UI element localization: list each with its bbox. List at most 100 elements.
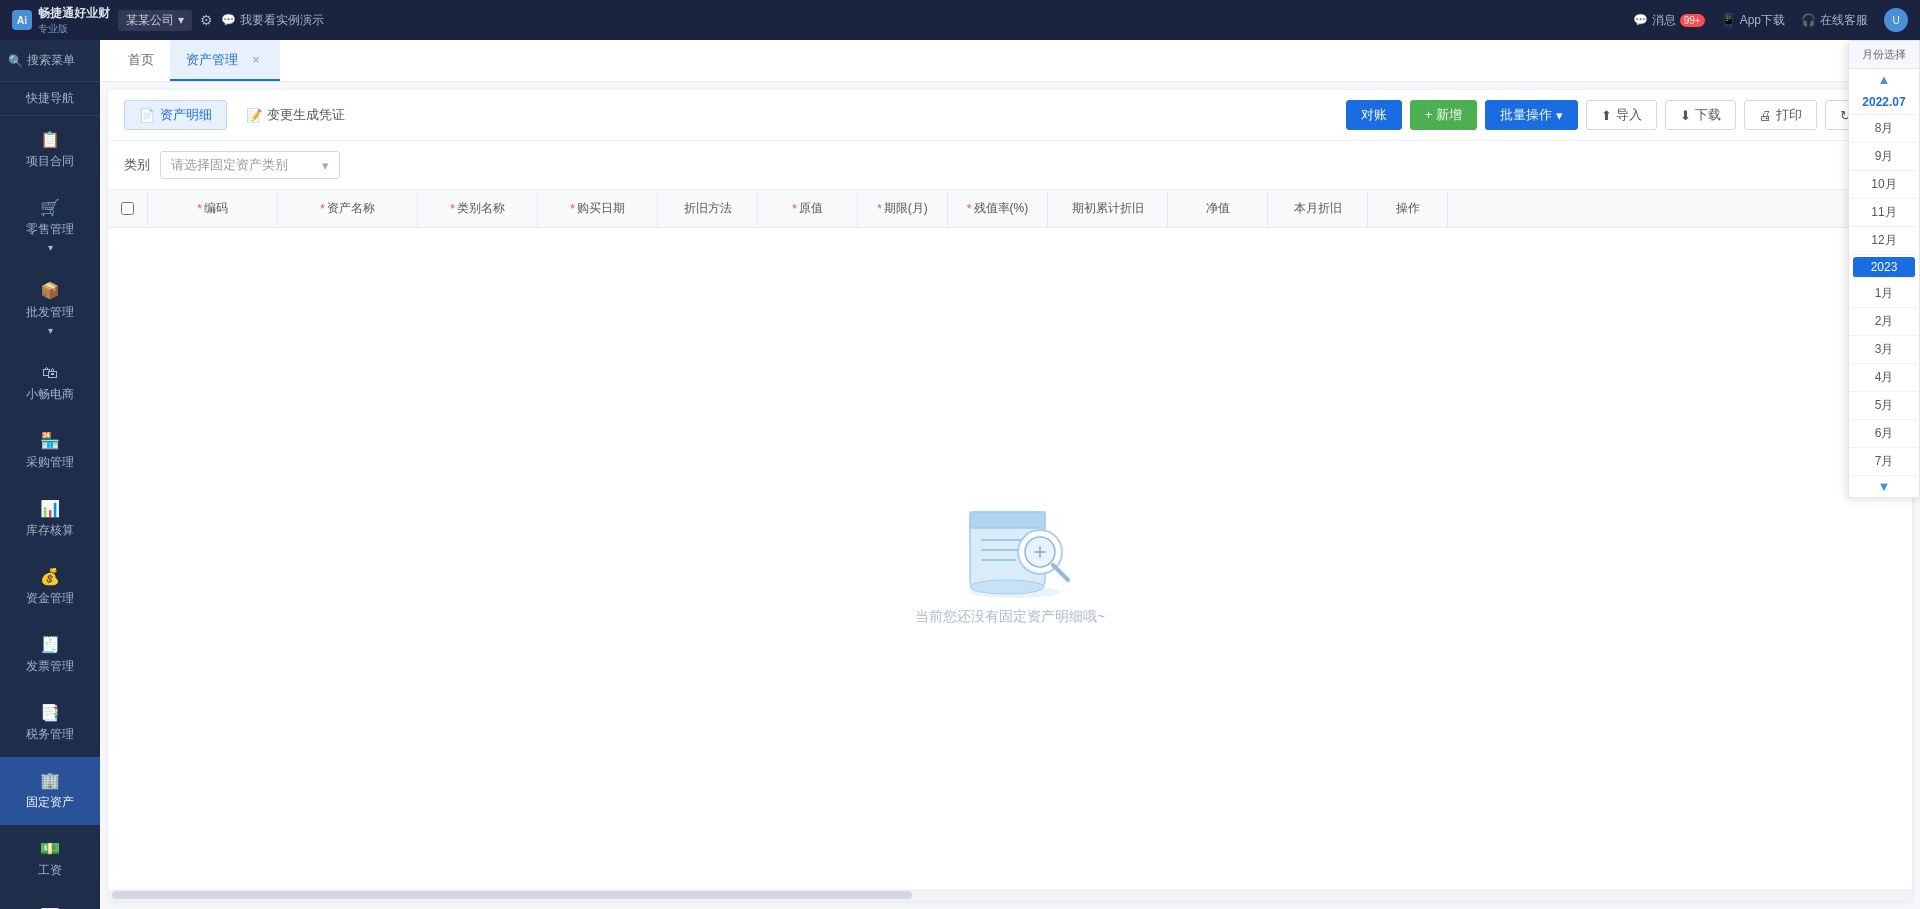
month-panel-down[interactable]: ▼ <box>1849 476 1919 497</box>
settings-button[interactable]: ⚙ <box>200 12 213 28</box>
list-icon: 📄 <box>139 108 155 123</box>
th-original: * 原值 <box>758 190 858 227</box>
th-buy-date: * 购买日期 <box>538 190 658 227</box>
inventory-icon: 📊 <box>40 499 60 518</box>
empty-text: 当前您还没有固定资产明细哦~ <box>915 608 1105 626</box>
month-11[interactable]: 11月 <box>1849 199 1919 227</box>
filter-bar: 类别 请选择固定资产类别 ▾ <box>108 141 1912 190</box>
month-2023-3[interactable]: 3月 <box>1849 336 1919 364</box>
month-8[interactable]: 8月 <box>1849 115 1919 143</box>
project-icon: 📋 <box>40 130 60 149</box>
print-icon: 🖨 <box>1759 108 1772 123</box>
import-icon: ⬆ <box>1601 108 1612 123</box>
sidebar-item-salary[interactable]: 💵 工资 <box>0 825 100 893</box>
expand-icon: ▾ <box>48 325 53 336</box>
sidebar-item-tax[interactable]: 📑 税务管理 <box>0 689 100 757</box>
sidebar-item-operations[interactable]: 📈 经营管理 <box>0 893 100 909</box>
month-panel-header: 月份选择 <box>1849 41 1919 69</box>
sub-tabs: 📄 资产明细 📝 变更生成凭证 <box>124 100 360 130</box>
import-button[interactable]: ⬆ 导入 <box>1586 100 1657 130</box>
download-icon: ⬇ <box>1680 108 1691 123</box>
message-button[interactable]: 💬 消息 99+ <box>1633 12 1705 29</box>
select-all-checkbox[interactable] <box>121 202 134 215</box>
month-panel-up[interactable]: ▲ <box>1849 69 1919 90</box>
topbar-right: 💬 消息 99+ 📱 App下载 🎧 在线客服 U <box>1633 8 1908 32</box>
reconcile-button[interactable]: 对账 <box>1346 100 1402 130</box>
search-icon: 🔍 <box>8 54 23 68</box>
month-2023-2[interactable]: 2月 <box>1849 308 1919 336</box>
sidebar-item-retail[interactable]: 🛒 零售管理 ▾ <box>0 184 100 267</box>
table-header: * 编码 * 资产名称 * 类别名称 * 购买日期 折旧方法 <box>108 190 1912 228</box>
wholesale-icon: 📦 <box>40 281 60 300</box>
month-2023-7[interactable]: 7月 <box>1849 448 1919 476</box>
sidebar-item-purchase[interactable]: 🏪 采购管理 <box>0 417 100 485</box>
sidebar-item-finance[interactable]: 💰 资金管理 <box>0 553 100 621</box>
sidebar-item-invoice[interactable]: 🧾 发票管理 <box>0 621 100 689</box>
company-selector[interactable]: 某某公司 ▾ <box>118 10 192 31</box>
empty-illustration <box>950 492 1070 592</box>
month-12[interactable]: 12月 <box>1849 227 1919 255</box>
month-2023-5[interactable]: 5月 <box>1849 392 1919 420</box>
main-layout: 🔍 搜索菜单 快捷导航 📋 项目合同 🛒 零售管理 ▾ 📦 批发管理 ▾ 🛍 小… <box>0 40 1920 909</box>
th-accum-depr: 期初累计折旧 <box>1048 190 1168 227</box>
th-name: * 资产名称 <box>278 190 418 227</box>
scrollbar-thumb[interactable] <box>112 891 912 899</box>
th-category: * 类别名称 <box>418 190 538 227</box>
month-panel: 月份选择 ▲ 2022.07 8月 9月 10月 11月 12月 2023 1月… <box>1848 40 1920 498</box>
year-2023-label: 2023 <box>1853 257 1915 278</box>
company-name: 某某公司 <box>126 12 174 29</box>
th-operation: 操作 <box>1368 190 1448 227</box>
phone-icon: 📱 <box>1721 13 1736 27</box>
sub-tab-asset-detail[interactable]: 📄 资产明细 <box>124 100 227 130</box>
toolbar: 对账 + 新增 批量操作 ▾ ⬆ 导入 ⬇ 下载 🖨 <box>1346 100 1896 130</box>
app-download-button[interactable]: 📱 App下载 <box>1721 12 1785 29</box>
tax-icon: 📑 <box>40 703 60 722</box>
tab-home[interactable]: 首页 <box>112 40 170 81</box>
topbar: Ai 畅捷通好业财 专业版 某某公司 ▾ ⚙ 💬 我要看实例演示 💬 消息 99… <box>0 0 1920 40</box>
print-button[interactable]: 🖨 打印 <box>1744 100 1817 130</box>
month-2023-1[interactable]: 1月 <box>1849 280 1919 308</box>
month-2023-6[interactable]: 6月 <box>1849 420 1919 448</box>
search-menu-button[interactable]: 🔍 搜索菜单 <box>0 40 100 82</box>
th-net-value: 净值 <box>1168 190 1268 227</box>
sidebar-item-assets[interactable]: 🏢 固定资产 <box>0 757 100 825</box>
batch-ops-button[interactable]: 批量操作 ▾ <box>1485 100 1578 130</box>
demo-button[interactable]: 💬 我要看实例演示 <box>221 12 324 29</box>
sidebar-item-ecommerce[interactable]: 🛍 小畅电商 <box>0 350 100 417</box>
message-badge: 99+ <box>1680 14 1705 27</box>
assets-icon: 🏢 <box>40 771 60 790</box>
quick-nav-button[interactable]: 快捷导航 <box>0 82 100 116</box>
retail-icon: 🛒 <box>40 198 60 217</box>
bottom-scrollbar[interactable] <box>108 889 1912 901</box>
month-10[interactable]: 10月 <box>1849 171 1919 199</box>
th-depr-method: 折旧方法 <box>658 190 758 227</box>
finance-icon: 💰 <box>40 567 60 586</box>
filter-arrow-icon: ▾ <box>322 158 329 173</box>
th-checkbox[interactable] <box>108 192 148 225</box>
sub-tab-change-voucher[interactable]: 📝 变更生成凭证 <box>231 100 360 130</box>
th-period: * 期限(月) <box>858 190 948 227</box>
sub-tab-bar: 📄 资产明细 📝 变更生成凭证 对账 + 新增 批量操作 ▾ <box>108 90 1912 141</box>
content-area: 首页 资产管理 × 📄 资产明细 📝 变更生成凭证 <box>100 40 1920 909</box>
chevron-down-icon: ▾ <box>1556 108 1563 123</box>
month-current-period[interactable]: 2022.07 <box>1849 90 1919 115</box>
add-new-button[interactable]: + 新增 <box>1410 100 1477 130</box>
svg-rect-2 <box>970 512 1045 528</box>
voucher-icon: 📝 <box>246 108 262 123</box>
message-icon: 💬 <box>1633 13 1648 27</box>
tab-close-icon[interactable]: × <box>248 52 264 68</box>
user-avatar[interactable]: U <box>1884 8 1908 32</box>
sidebar-item-wholesale[interactable]: 📦 批发管理 ▾ <box>0 267 100 350</box>
sidebar-item-project[interactable]: 📋 项目合同 <box>0 116 100 184</box>
salary-icon: 💵 <box>40 839 60 858</box>
category-filter-select[interactable]: 请选择固定资产类别 ▾ <box>160 151 340 179</box>
category-filter-label: 类别 <box>124 156 150 174</box>
month-9[interactable]: 9月 <box>1849 143 1919 171</box>
tab-assets-mgmt[interactable]: 资产管理 × <box>170 40 280 81</box>
sidebar-item-inventory[interactable]: 📊 库存核算 <box>0 485 100 553</box>
download-button[interactable]: ⬇ 下载 <box>1665 100 1736 130</box>
topbar-left: Ai 畅捷通好业财 专业版 某某公司 ▾ ⚙ 💬 我要看实例演示 <box>12 5 1633 36</box>
tab-bar: 首页 资产管理 × <box>100 40 1920 82</box>
online-service-button[interactable]: 🎧 在线客服 <box>1801 12 1868 29</box>
month-2023-4[interactable]: 4月 <box>1849 364 1919 392</box>
